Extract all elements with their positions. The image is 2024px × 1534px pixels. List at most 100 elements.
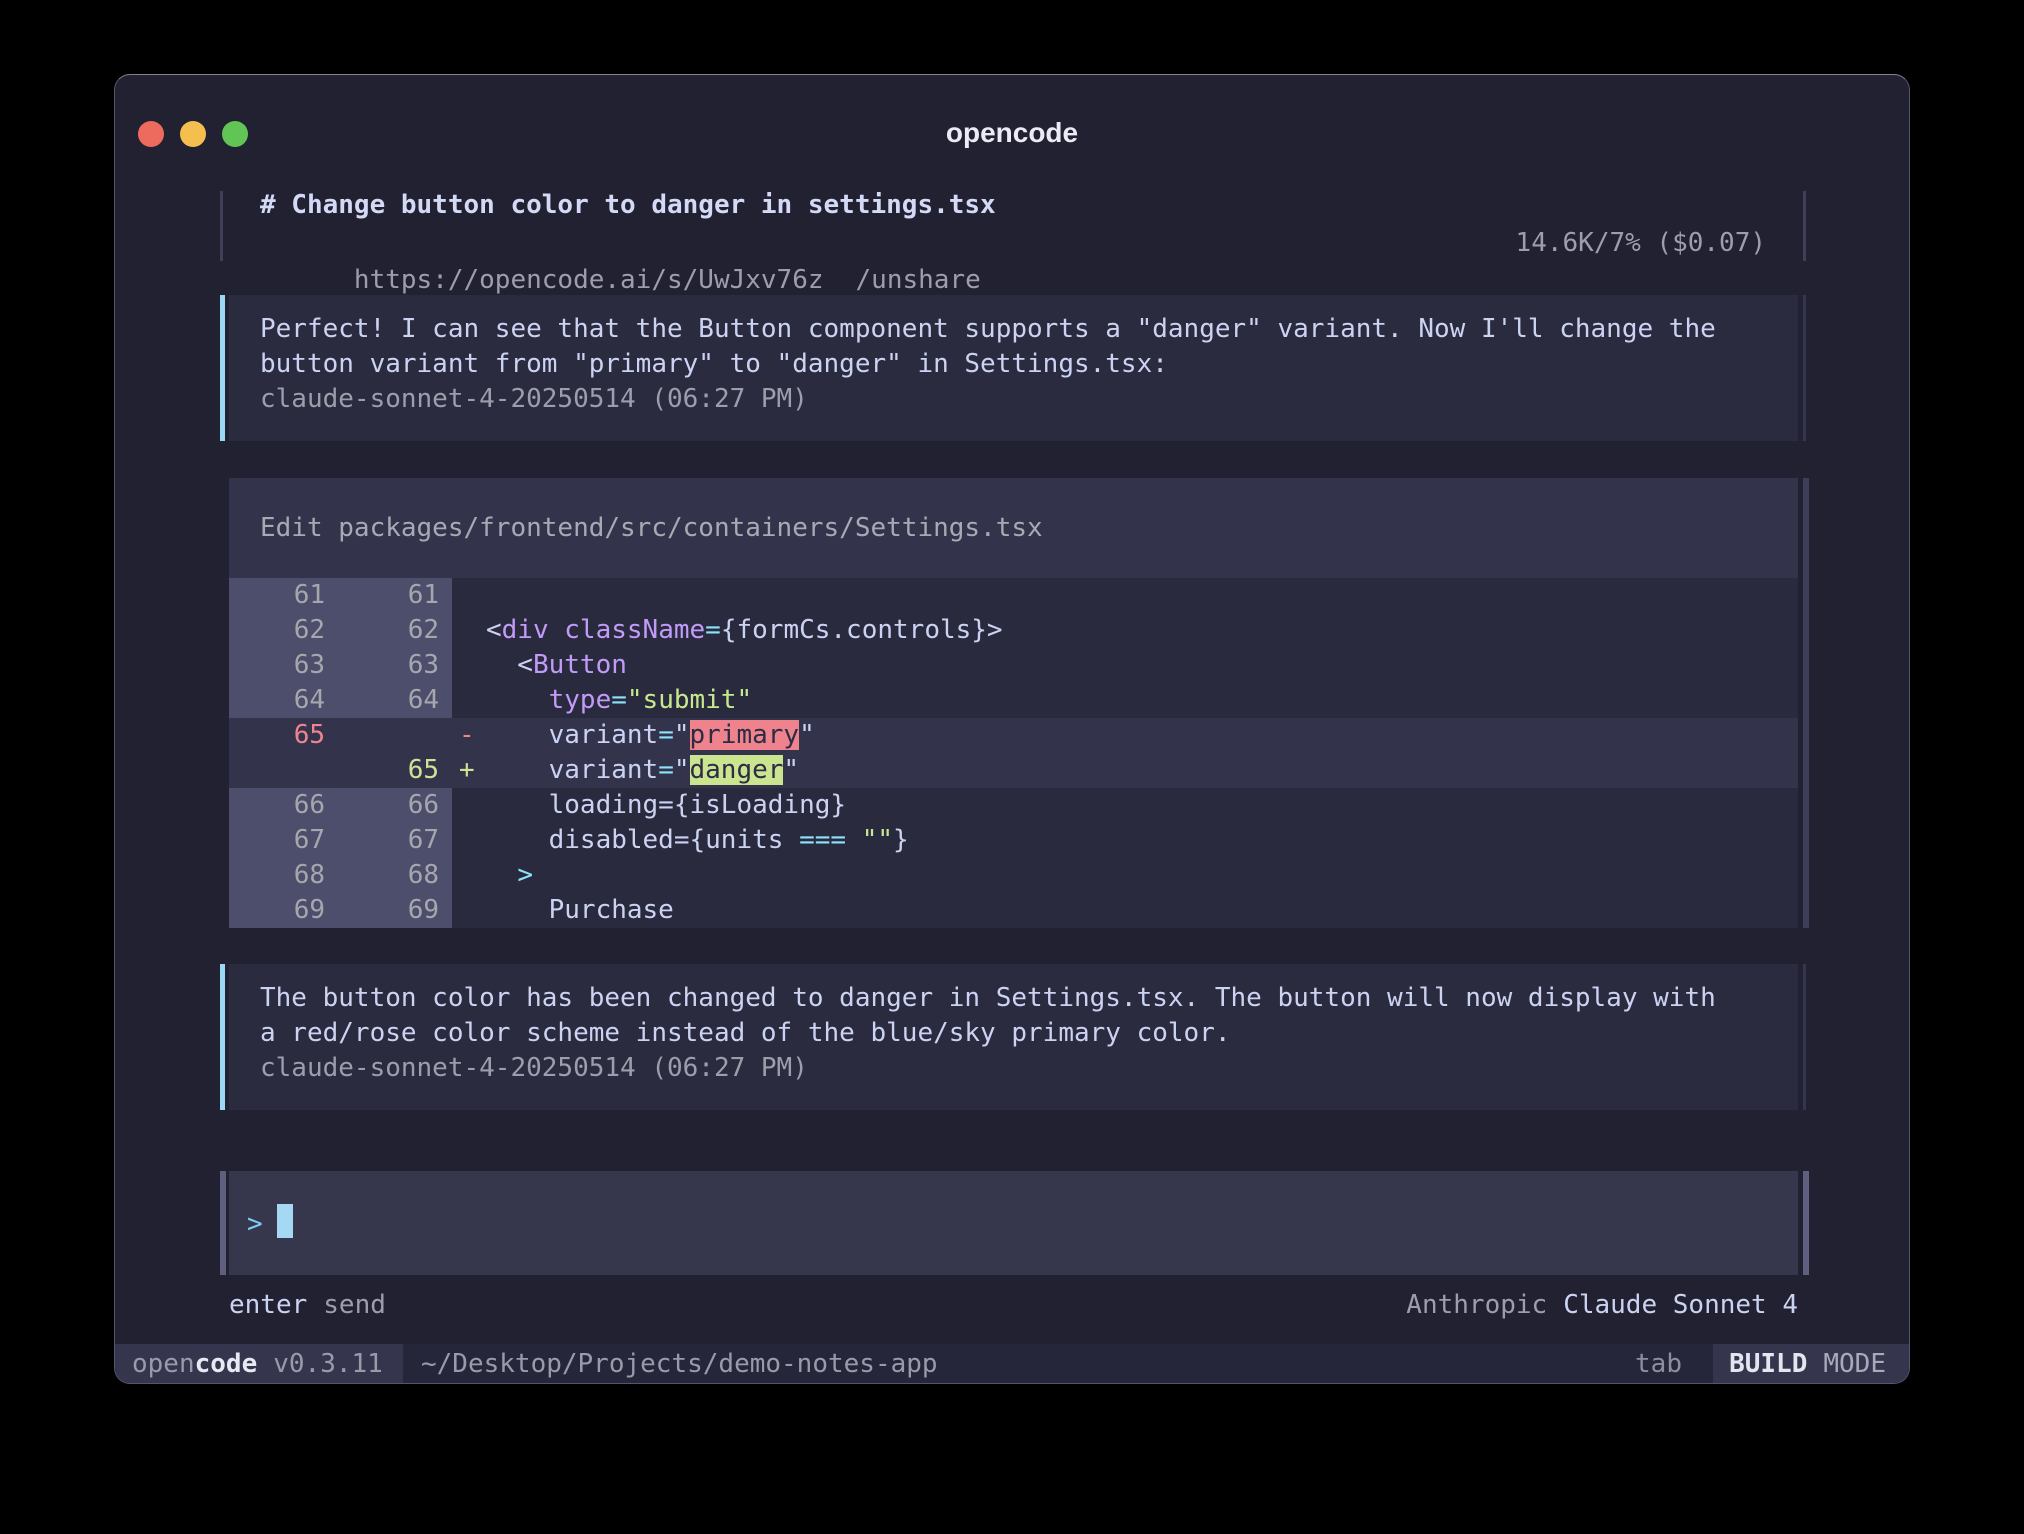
diff-scrollbar[interactable] [1803, 478, 1809, 928]
unshare-button[interactable]: /unshare [856, 265, 981, 295]
line-number: 66 [229, 788, 325, 823]
line-number: 68 [325, 858, 439, 893]
prompt-symbol: > [247, 1209, 263, 1239]
line-number-gutter: 6767 [229, 823, 452, 858]
line-number-gutter: 65 [229, 718, 452, 753]
message-line: The button color has been changed to dan… [260, 981, 1798, 1016]
share-header: # Change button color to danger in setti… [220, 187, 1809, 265]
input-left-rule [220, 1171, 226, 1275]
assistant-message: The button color has been changed to dan… [220, 964, 1809, 1110]
code-token: } [893, 825, 909, 855]
code-token: " [674, 720, 690, 750]
code-token: loading={isLoading} [486, 790, 846, 820]
diff-row: 65 - variant="primary" [229, 718, 1798, 753]
code-line: <div className={formCs.controls}> [486, 613, 1003, 648]
diff-row: 6464 type="submit" [229, 683, 1798, 718]
input-scrollbar[interactable] [1803, 1171, 1809, 1275]
line-number-gutter: 6868 [229, 858, 452, 893]
code-token: " [783, 755, 799, 785]
code-token: "submit" [627, 685, 752, 715]
working-directory: ~/Desktop/Projects/demo-notes-app [421, 1344, 938, 1384]
code-token: " [674, 755, 690, 785]
diff-marker: - [452, 718, 486, 753]
code-token: = [658, 720, 674, 750]
prompt-input[interactable]: > [220, 1171, 1809, 1275]
edit-tool-title: Edit packages/frontend/src/containers/Se… [229, 478, 1798, 578]
assistant-message: Perfect! I can see that the Button compo… [220, 295, 1809, 441]
app-name-suffix: code [195, 1349, 258, 1379]
line-number: 67 [325, 823, 439, 858]
code-token: variant [486, 755, 658, 785]
diff-row: 65+ variant="danger" [229, 753, 1798, 788]
line-number: 64 [229, 683, 325, 718]
diff-row: 6262<div className={formCs.controls}> [229, 613, 1798, 648]
code-token: " [799, 720, 815, 750]
line-number: 63 [229, 648, 325, 683]
message-meta: claude-sonnet-4-20250514 (06:27 PM) [260, 1051, 1798, 1086]
code-token: = [611, 685, 627, 715]
code-token: "" [862, 825, 893, 855]
code-line: <Button [486, 648, 627, 683]
header-left-rule [220, 191, 223, 261]
hint-key: enter [229, 1290, 307, 1320]
code-token: === [799, 825, 846, 855]
code-line: variant="primary" [486, 718, 815, 753]
code-line: variant="danger" [486, 753, 799, 788]
provider-name: Anthropic [1406, 1290, 1547, 1320]
code-token: < [486, 615, 502, 645]
diff-marker [452, 788, 486, 823]
code-token: disabled={units [486, 825, 799, 855]
line-number-gutter: 6161 [229, 578, 452, 613]
diff-rows: 61616262<div className={formCs.controls}… [229, 578, 1798, 928]
line-number: 67 [229, 823, 325, 858]
mode-badge[interactable]: BUILDMODE [1713, 1344, 1909, 1384]
diff-row: 6767 disabled={units === ""} [229, 823, 1798, 858]
code-token: danger [690, 755, 784, 785]
code-token [549, 615, 565, 645]
line-number-gutter: 6363 [229, 648, 452, 683]
header-right-rule [1803, 191, 1806, 261]
diff-marker [452, 613, 486, 648]
model-name: Claude Sonnet 4 [1563, 1290, 1798, 1320]
line-number: 69 [229, 893, 325, 928]
send-hint: enter send [229, 1287, 386, 1323]
diff-marker [452, 683, 486, 718]
diff-row: 6868 > [229, 858, 1798, 893]
hint-row: enter send Anthropic Claude Sonnet 4 [229, 1287, 1798, 1323]
message-line: button variant from "primary" to "danger… [260, 347, 1798, 382]
line-number-gutter: 6666 [229, 788, 452, 823]
app-version-badge: opencodev0.3.11 [115, 1344, 403, 1384]
code-line: > [486, 858, 533, 893]
diff-row: 6161 [229, 578, 1798, 613]
code-token: < [486, 650, 533, 680]
diff-marker [452, 893, 486, 928]
diff-marker [452, 858, 486, 893]
opencode-window: opencode # Change button color to danger… [114, 74, 1910, 1384]
code-token: variant [486, 720, 658, 750]
hint-action: send [323, 1290, 386, 1320]
mode-label: MODE [1823, 1349, 1886, 1379]
line-number: 64 [325, 683, 439, 718]
line-number [325, 718, 439, 753]
message-right-rule [1803, 295, 1806, 441]
line-number: 61 [229, 578, 325, 613]
message-line: Perfect! I can see that the Button compo… [260, 312, 1798, 347]
diff-row: 6666 loading={isLoading} [229, 788, 1798, 823]
line-number: 61 [325, 578, 439, 613]
line-number: 62 [229, 613, 325, 648]
code-token: type [549, 685, 612, 715]
code-token [486, 860, 517, 890]
diff-row: 6969 Purchase [229, 893, 1798, 928]
code-token: {formCs.controls}> [721, 615, 1003, 645]
diff-marker [452, 578, 486, 613]
app-version: v0.3.11 [273, 1349, 383, 1379]
share-url-link[interactable]: https://opencode.ai/s/UwJxv76z [354, 265, 824, 295]
line-number: 65 [229, 718, 325, 753]
line-number: 69 [325, 893, 439, 928]
message-meta: claude-sonnet-4-20250514 (06:27 PM) [260, 382, 1798, 417]
message-accent-bar [220, 295, 225, 441]
code-token: = [705, 615, 721, 645]
line-number: 66 [325, 788, 439, 823]
tab-key-hint[interactable]: tab [1635, 1344, 1682, 1384]
edit-tool-block: Edit packages/frontend/src/containers/Se… [220, 478, 1809, 928]
